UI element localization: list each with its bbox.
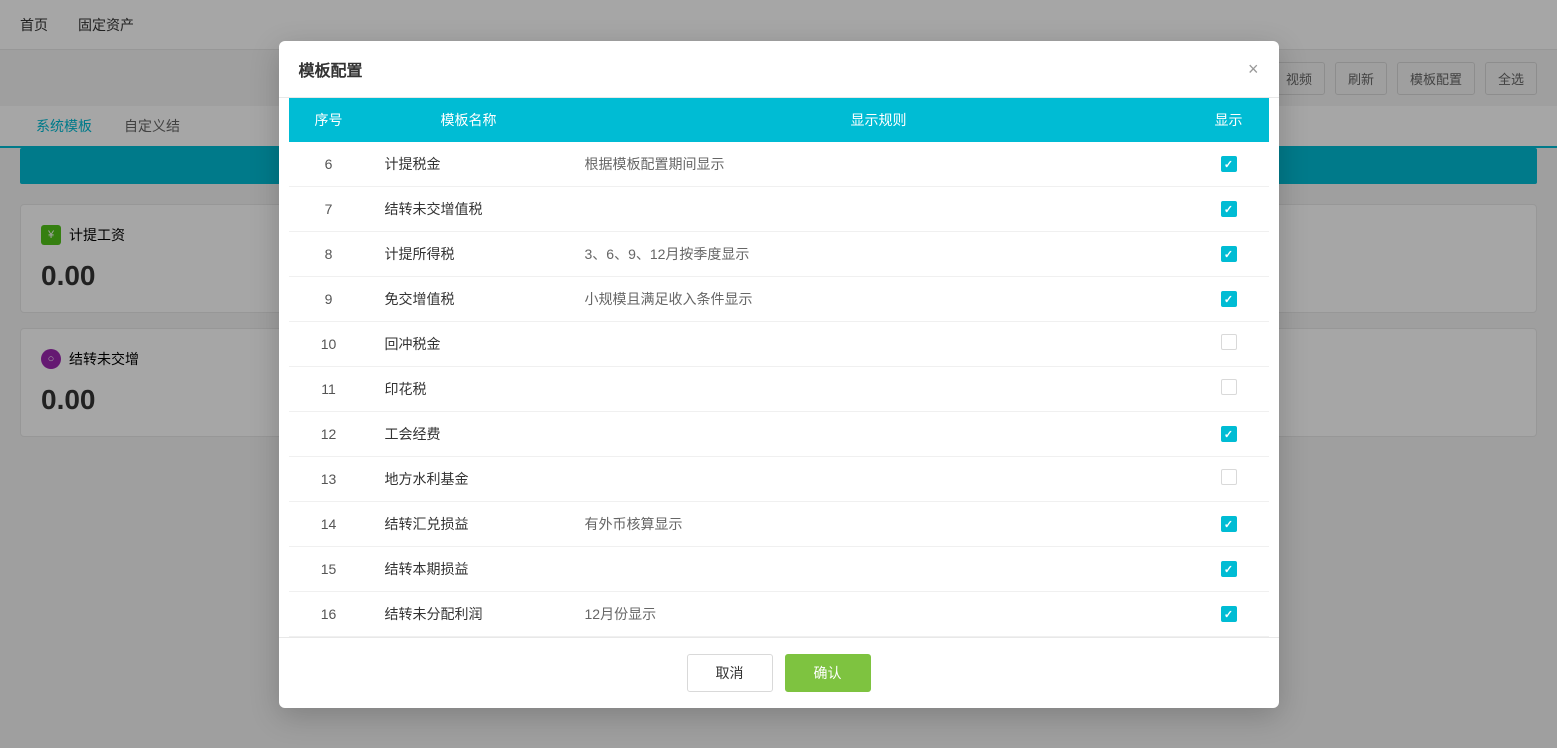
cell-checkbox xyxy=(1189,186,1269,231)
display-checkbox[interactable] xyxy=(1221,156,1237,172)
cell-rule: 有外币核算显示 xyxy=(569,501,1189,546)
cell-rule: 小规模且满足收入条件显示 xyxy=(569,276,1189,321)
cell-name: 地方水利基金 xyxy=(369,456,569,501)
cell-id: 11 xyxy=(289,366,369,411)
cell-id: 10 xyxy=(289,321,369,366)
table-header-row: 序号 模板名称 显示规则 显示 xyxy=(289,98,1269,142)
cancel-button[interactable]: 取消 xyxy=(687,654,773,692)
cell-checkbox xyxy=(1189,366,1269,411)
cell-id: 9 xyxy=(289,276,369,321)
cell-name: 回冲税金 xyxy=(369,321,569,366)
cell-name: 工会经费 xyxy=(369,411,569,456)
modal-header: 模板配置 × xyxy=(279,41,1279,98)
cell-rule: 根据模板配置期间显示 xyxy=(569,142,1189,187)
cell-name: 结转本期损益 xyxy=(369,546,569,591)
cell-name: 结转汇兑损益 xyxy=(369,501,569,546)
checkbox-wrapper[interactable] xyxy=(1221,201,1237,217)
cell-checkbox xyxy=(1189,276,1269,321)
cell-id: 8 xyxy=(289,231,369,276)
modal-close-button[interactable]: × xyxy=(1248,60,1259,78)
template-config-modal: 模板配置 × 序号 模板名称 显示规则 显示 6计提税金根据模板配置期间显示7结… xyxy=(279,41,1279,708)
modal-title: 模板配置 xyxy=(299,57,363,81)
checkbox-wrapper[interactable] xyxy=(1221,246,1237,262)
cell-checkbox xyxy=(1189,321,1269,366)
table-row: 15结转本期损益 xyxy=(289,546,1269,591)
modal-overlay: 模板配置 × 序号 模板名称 显示规则 显示 6计提税金根据模板配置期间显示7结… xyxy=(0,0,1557,748)
cell-name: 印花税 xyxy=(369,366,569,411)
checkbox-wrapper[interactable] xyxy=(1221,516,1237,532)
display-checkbox[interactable] xyxy=(1221,201,1237,217)
cell-name: 免交增值税 xyxy=(369,276,569,321)
cell-rule xyxy=(569,456,1189,501)
display-checkbox[interactable] xyxy=(1221,379,1237,395)
cell-rule xyxy=(569,546,1189,591)
table-row: 11印花税 xyxy=(289,366,1269,411)
table-row: 8计提所得税3、6、9、12月按季度显示 xyxy=(289,231,1269,276)
display-checkbox[interactable] xyxy=(1221,469,1237,485)
checkbox-wrapper[interactable] xyxy=(1221,561,1237,577)
checkbox-wrapper[interactable] xyxy=(1221,606,1237,622)
cell-id: 15 xyxy=(289,546,369,591)
cell-id: 16 xyxy=(289,591,369,636)
display-checkbox[interactable] xyxy=(1221,246,1237,262)
display-checkbox[interactable] xyxy=(1221,516,1237,532)
table-row: 14结转汇兑损益有外币核算显示 xyxy=(289,501,1269,546)
cell-name: 计提税金 xyxy=(369,142,569,187)
modal-body[interactable]: 序号 模板名称 显示规则 显示 6计提税金根据模板配置期间显示7结转未交增值税8… xyxy=(279,98,1279,637)
cell-checkbox xyxy=(1189,546,1269,591)
display-checkbox[interactable] xyxy=(1221,561,1237,577)
cell-id: 13 xyxy=(289,456,369,501)
table-row: 13地方水利基金 xyxy=(289,456,1269,501)
cell-name: 结转未交增值税 xyxy=(369,186,569,231)
cell-checkbox xyxy=(1189,456,1269,501)
cell-checkbox xyxy=(1189,501,1269,546)
checkbox-wrapper[interactable] xyxy=(1221,379,1237,395)
cell-checkbox xyxy=(1189,411,1269,456)
cell-name: 结转未分配利润 xyxy=(369,591,569,636)
table-row: 9免交增值税小规模且满足收入条件显示 xyxy=(289,276,1269,321)
col-header-rule: 显示规则 xyxy=(569,98,1189,142)
cell-id: 14 xyxy=(289,501,369,546)
table-row: 7结转未交增值税 xyxy=(289,186,1269,231)
cell-rule xyxy=(569,411,1189,456)
display-checkbox[interactable] xyxy=(1221,291,1237,307)
table-row: 6计提税金根据模板配置期间显示 xyxy=(289,142,1269,187)
confirm-button[interactable]: 确认 xyxy=(785,654,871,692)
table-row: 12工会经费 xyxy=(289,411,1269,456)
display-checkbox[interactable] xyxy=(1221,334,1237,350)
cell-rule xyxy=(569,186,1189,231)
cell-rule: 3、6、9、12月按季度显示 xyxy=(569,231,1189,276)
checkbox-wrapper[interactable] xyxy=(1221,426,1237,442)
checkbox-wrapper[interactable] xyxy=(1221,334,1237,350)
cell-checkbox xyxy=(1189,142,1269,187)
config-table: 序号 模板名称 显示规则 显示 6计提税金根据模板配置期间显示7结转未交增值税8… xyxy=(289,98,1269,637)
checkbox-wrapper[interactable] xyxy=(1221,469,1237,485)
cell-rule: 12月份显示 xyxy=(569,591,1189,636)
cell-id: 6 xyxy=(289,142,369,187)
checkbox-wrapper[interactable] xyxy=(1221,291,1237,307)
display-checkbox[interactable] xyxy=(1221,426,1237,442)
col-header-id: 序号 xyxy=(289,98,369,142)
cell-checkbox xyxy=(1189,591,1269,636)
cell-name: 计提所得税 xyxy=(369,231,569,276)
table-row: 16结转未分配利润12月份显示 xyxy=(289,591,1269,636)
cell-checkbox xyxy=(1189,231,1269,276)
cell-rule xyxy=(569,321,1189,366)
modal-footer: 取消 确认 xyxy=(279,637,1279,708)
cell-id: 12 xyxy=(289,411,369,456)
checkbox-wrapper[interactable] xyxy=(1221,156,1237,172)
display-checkbox[interactable] xyxy=(1221,606,1237,622)
col-header-name: 模板名称 xyxy=(369,98,569,142)
cell-rule xyxy=(569,366,1189,411)
table-row: 10回冲税金 xyxy=(289,321,1269,366)
cell-id: 7 xyxy=(289,186,369,231)
col-header-display: 显示 xyxy=(1189,98,1269,142)
